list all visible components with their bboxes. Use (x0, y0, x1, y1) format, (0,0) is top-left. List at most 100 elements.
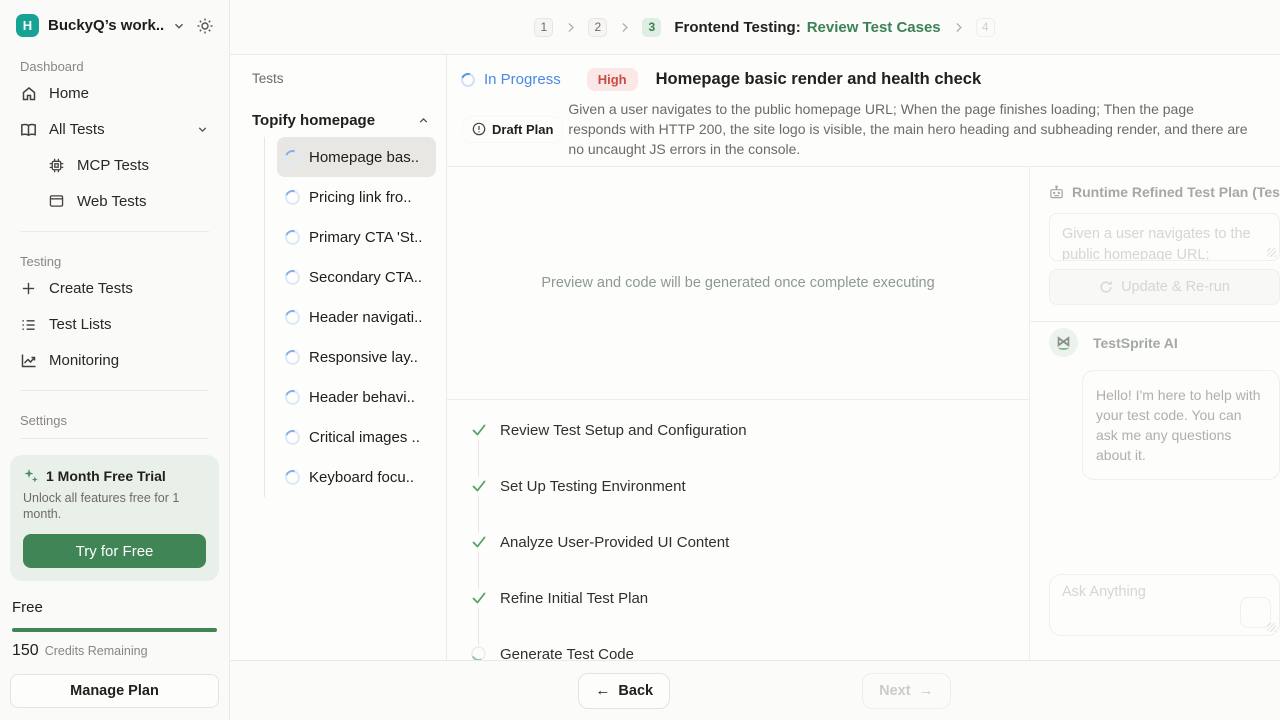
spinner-icon (282, 307, 303, 327)
sidebar-item-monitoring[interactable]: Monitoring (10, 345, 219, 377)
credits-progress-bar (12, 628, 217, 633)
manage-plan-button[interactable]: Manage Plan (10, 674, 219, 708)
test-group-topify-homepage[interactable]: Topify homepage (252, 112, 436, 129)
execution-step: Analyze User-Provided UI Content (470, 514, 1029, 589)
refresh-icon (1099, 280, 1113, 294)
workspace-main: 1 2 3 Frontend Testing: Review Test Case… (230, 0, 1280, 720)
test-case-detail: In Progress High Homepage basic render a… (447, 55, 1280, 660)
credits-count: 150 (12, 642, 39, 660)
sidebar: H BuckyQ’s work.. Dashboard Home All Tes… (0, 0, 230, 720)
next-button[interactable]: Next → (862, 672, 951, 709)
spinner-icon (282, 387, 303, 407)
divider (20, 231, 209, 232)
runtime-plan-panel: Runtime Refined Test Plan (Tes Given a u… (1030, 167, 1280, 660)
sidebar-item-all-tests[interactable]: All Tests (10, 114, 219, 146)
try-for-free-button[interactable]: Try for Free (23, 534, 206, 569)
test-list-item[interactable]: Homepage bas.. (277, 137, 436, 177)
check-icon (470, 421, 488, 439)
arrow-right-icon: → (918, 682, 934, 699)
spinner-icon (282, 147, 303, 167)
workspace-name: BuckyQ’s work.. (48, 17, 165, 34)
testsprite-logo-icon: ⋈ (1049, 328, 1078, 357)
trial-description: Unlock all features free for 1 month. (23, 491, 180, 522)
workspace-switcher[interactable]: H BuckyQ’s work.. (10, 14, 219, 37)
test-list-item[interactable]: Primary CTA 'St.. (277, 217, 436, 257)
test-case-title: Homepage basic render and health check (655, 70, 982, 88)
free-trial-card: 1 Month Free Trial Unlock all features f… (10, 455, 219, 582)
alert-circle-icon (472, 122, 486, 136)
sidebar-item-test-lists[interactable]: Test Lists (10, 309, 219, 341)
sidebar-item-web-tests[interactable]: Web Tests (10, 185, 219, 217)
wizard-footer: ← Back Next → (230, 660, 1280, 720)
resize-handle[interactable] (1266, 623, 1276, 632)
sidebar-item-mcp-tests[interactable]: MCP Tests (10, 150, 219, 182)
execution-step: Set Up Testing Environment (470, 458, 1029, 533)
test-case-description: Given a user navigates to the public hom… (568, 101, 1248, 157)
check-icon (470, 533, 488, 551)
workspace-avatar: H (16, 14, 39, 37)
breadcrumb-current-page[interactable]: Review Test Cases (807, 19, 941, 36)
trial-title: 1 Month Free Trial (46, 468, 166, 485)
ask-anything-input[interactable] (1062, 584, 1267, 606)
breadcrumb-step-1[interactable]: 1 (534, 17, 554, 37)
list-icon (20, 318, 37, 332)
spinner-icon (282, 427, 303, 447)
test-list-item[interactable]: Secondary CTA.. (277, 257, 436, 297)
plan-block: Free 150 Credits Remaining (10, 599, 219, 660)
check-icon (470, 477, 488, 495)
sidebar-item-label: Test Lists (49, 316, 112, 334)
divider (20, 438, 209, 440)
spinner-icon (458, 70, 478, 89)
runtime-plan-textarea[interactable]: Given a user navigates to the public hom… (1049, 213, 1280, 261)
app-window: H BuckyQ’s work.. Dashboard Home All Tes… (0, 0, 1280, 720)
chevron-down-icon[interactable] (196, 123, 209, 136)
spinner-icon (282, 347, 303, 367)
chip-icon (48, 158, 65, 173)
sidebar-item-label: All Tests (49, 121, 105, 139)
sidebar-item-home[interactable]: Home (10, 78, 219, 110)
chevron-right-icon (952, 21, 965, 34)
assistant-message: Hello! I'm here to help with your test c… (1082, 370, 1280, 480)
test-list-item[interactable]: Header navigati.. (277, 297, 436, 337)
divider (20, 390, 209, 392)
execution-step: Review Test Setup and Configuration (470, 402, 1029, 477)
test-list-item[interactable]: Critical images .. (277, 417, 436, 457)
sidebar-item-label: Web Tests (77, 192, 147, 210)
test-list-item[interactable]: Responsive lay.. (277, 337, 436, 377)
trend-chart-icon (20, 353, 37, 368)
execution-step: Refine Initial Test Plan (470, 570, 1029, 645)
content-area: Tests Topify homepage Homepage bas.. Pri… (230, 55, 1280, 660)
breadcrumb-step-2[interactable]: 2 (588, 17, 608, 37)
test-case-header: In Progress High Homepage basic render a… (447, 55, 1280, 167)
sidebar-item-create-tests[interactable]: Create Tests (10, 273, 219, 305)
test-list-item[interactable]: Pricing link fro.. (277, 177, 436, 217)
priority-badge: High (586, 68, 638, 91)
draft-plan-badge: Draft Plan (463, 116, 563, 142)
robot-icon (1049, 184, 1064, 200)
home-icon (20, 86, 37, 102)
update-rerun-button[interactable]: Update & Re-run (1049, 269, 1280, 305)
breadcrumb-step-4: 4 (975, 17, 995, 37)
test-list-item[interactable]: Header behavi.. (277, 377, 436, 417)
chevron-right-icon (618, 21, 631, 34)
plan-name: Free (12, 599, 43, 617)
preview-placeholder-text: Preview and code will be generated once … (541, 275, 935, 291)
execution-column: Preview and code will be generated once … (447, 167, 1030, 660)
spinner-icon (468, 643, 489, 660)
spinner-icon (282, 227, 303, 247)
assistant-name: TestSprite AI (1093, 334, 1178, 351)
chevron-right-icon (564, 21, 577, 34)
check-icon (470, 589, 488, 607)
test-list-item[interactable]: Keyboard focu.. (277, 457, 436, 497)
section-label-settings: Settings (20, 413, 67, 429)
sparkles-icon (23, 468, 39, 484)
resize-handle[interactable] (1266, 248, 1276, 257)
assistant-header: ⋈ TestSprite AI (1049, 328, 1280, 357)
back-button[interactable]: ← Back (578, 672, 671, 709)
breadcrumb: 1 2 3 Frontend Testing: Review Test Case… (534, 17, 995, 37)
theme-toggle-icon[interactable] (197, 18, 213, 34)
spinner-icon (282, 267, 303, 287)
breadcrumb-step-3[interactable]: 3 (642, 17, 662, 37)
tests-panel: Tests Topify homepage Homepage bas.. Pri… (230, 55, 447, 660)
test-group-label: Topify homepage (252, 112, 376, 129)
